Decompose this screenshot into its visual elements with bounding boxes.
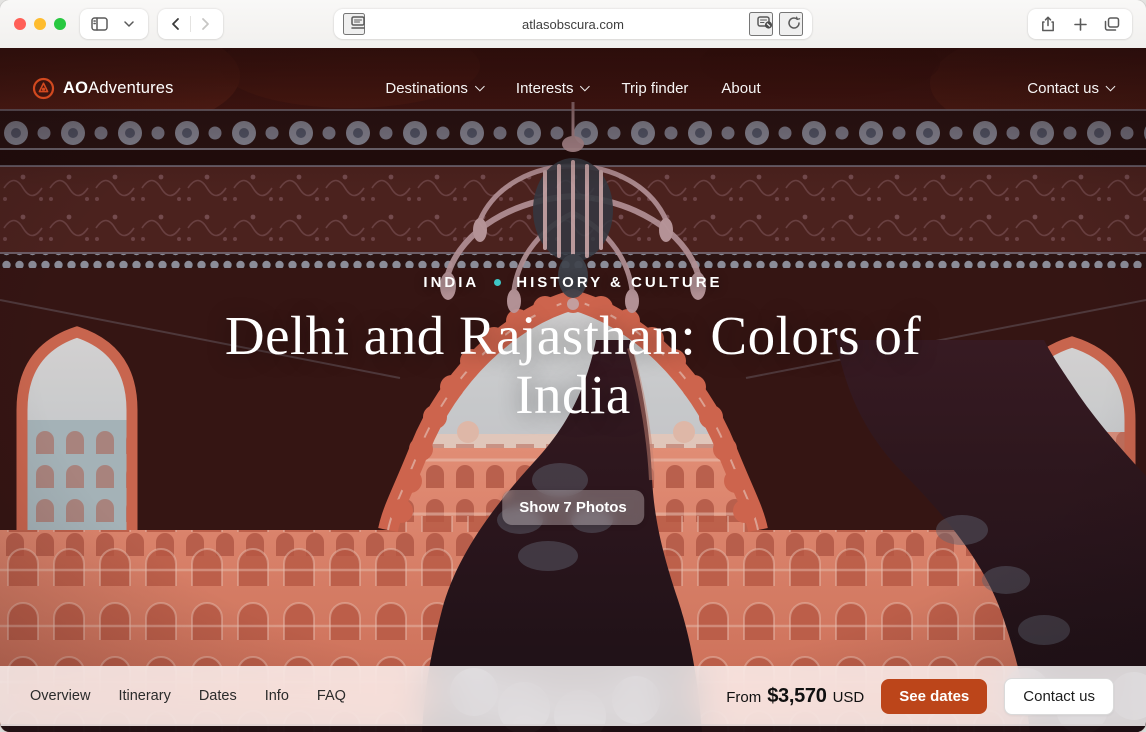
- price-currency: USD: [833, 689, 865, 706]
- nav-item-about[interactable]: About: [721, 80, 760, 97]
- plus-icon: [1074, 18, 1087, 31]
- safari-window: atlasobscura.com: [0, 0, 1146, 732]
- sidebar-toggle-button[interactable]: [84, 9, 114, 39]
- bottom-bar-actions: From $3,570 USD See dates Contact us: [726, 678, 1114, 715]
- ao-logo-icon: [32, 77, 55, 100]
- back-button[interactable]: [160, 9, 190, 39]
- tab-group-chevron-button[interactable]: [114, 9, 144, 39]
- contact-us-button[interactable]: Contact us: [1004, 678, 1114, 715]
- reload-button[interactable]: [779, 12, 803, 36]
- tabs-overview-button[interactable]: [1097, 9, 1127, 39]
- price-amount: $3,570: [767, 685, 826, 708]
- reader-button[interactable]: [343, 13, 365, 35]
- share-button[interactable]: [1033, 9, 1063, 39]
- web-page: AOAdventures Destinations Interests Trip…: [0, 48, 1146, 732]
- sidebar-icon: [91, 17, 108, 31]
- reader-icon: [351, 16, 365, 29]
- nav-item-destinations[interactable]: Destinations: [385, 80, 483, 97]
- tab-info[interactable]: Info: [265, 688, 289, 704]
- close-icon[interactable]: [14, 18, 26, 30]
- forward-button[interactable]: [191, 9, 221, 39]
- tab-faq[interactable]: FAQ: [317, 688, 346, 704]
- breadcrumb-category[interactable]: HISTORY & CULTURE: [516, 274, 722, 291]
- tab-dates[interactable]: Dates: [199, 688, 237, 704]
- page-title: Delhi and Rajasthan: Colors of India: [201, 307, 946, 425]
- trip-tabs: Overview Itinerary Dates Info FAQ: [30, 688, 346, 704]
- toolbar-right-group: [1028, 9, 1132, 39]
- back-icon: [170, 17, 180, 31]
- chevron-down-icon: [474, 82, 484, 92]
- chevron-down-icon: [124, 21, 134, 27]
- tabs-overview-icon: [1104, 17, 1120, 31]
- url-text: atlasobscura.com: [334, 17, 812, 32]
- zoom-icon[interactable]: [54, 18, 66, 30]
- traffic-lights: [14, 18, 66, 30]
- reload-icon: [787, 16, 801, 30]
- new-tab-button[interactable]: [1065, 9, 1095, 39]
- tab-itinerary[interactable]: Itinerary: [118, 688, 170, 704]
- logo-text: AOAdventures: [63, 79, 174, 98]
- history-nav-group: [158, 9, 223, 39]
- chevron-down-icon: [580, 82, 590, 92]
- minimize-icon[interactable]: [34, 18, 46, 30]
- site-header: AOAdventures Destinations Interests Trip…: [0, 48, 1146, 128]
- tab-overview[interactable]: Overview: [30, 688, 90, 704]
- page-settings-button[interactable]: [749, 12, 773, 36]
- address-bar[interactable]: atlasobscura.com: [334, 9, 812, 39]
- nav-item-trip-finder[interactable]: Trip finder: [621, 80, 688, 97]
- breadcrumb: INDIA HISTORY & CULTURE: [0, 274, 1146, 291]
- nav-item-interests[interactable]: Interests: [516, 80, 589, 97]
- price-prefix: From: [726, 689, 761, 706]
- hero-content: INDIA HISTORY & CULTURE Delhi and Rajast…: [0, 274, 1146, 425]
- trip-price: From $3,570 USD: [726, 685, 864, 708]
- breadcrumb-destination[interactable]: INDIA: [423, 274, 479, 291]
- see-dates-button[interactable]: See dates: [881, 679, 987, 714]
- trip-bottom-bar: Overview Itinerary Dates Info FAQ From $…: [0, 666, 1146, 726]
- share-icon: [1041, 16, 1055, 32]
- logo-link[interactable]: AOAdventures: [32, 77, 174, 100]
- page-settings-icon: [757, 16, 774, 29]
- breadcrumb-dot-icon: [494, 279, 501, 286]
- main-nav: Destinations Interests Trip finder About: [385, 80, 760, 97]
- nav-item-contact-us[interactable]: Contact us: [1027, 80, 1114, 97]
- browser-toolbar: atlasobscura.com: [0, 0, 1146, 48]
- chevron-down-icon: [1106, 82, 1116, 92]
- show-photos-button[interactable]: Show 7 Photos: [502, 490, 644, 525]
- forward-icon: [201, 17, 211, 31]
- sidebar-button-group: [80, 9, 148, 39]
